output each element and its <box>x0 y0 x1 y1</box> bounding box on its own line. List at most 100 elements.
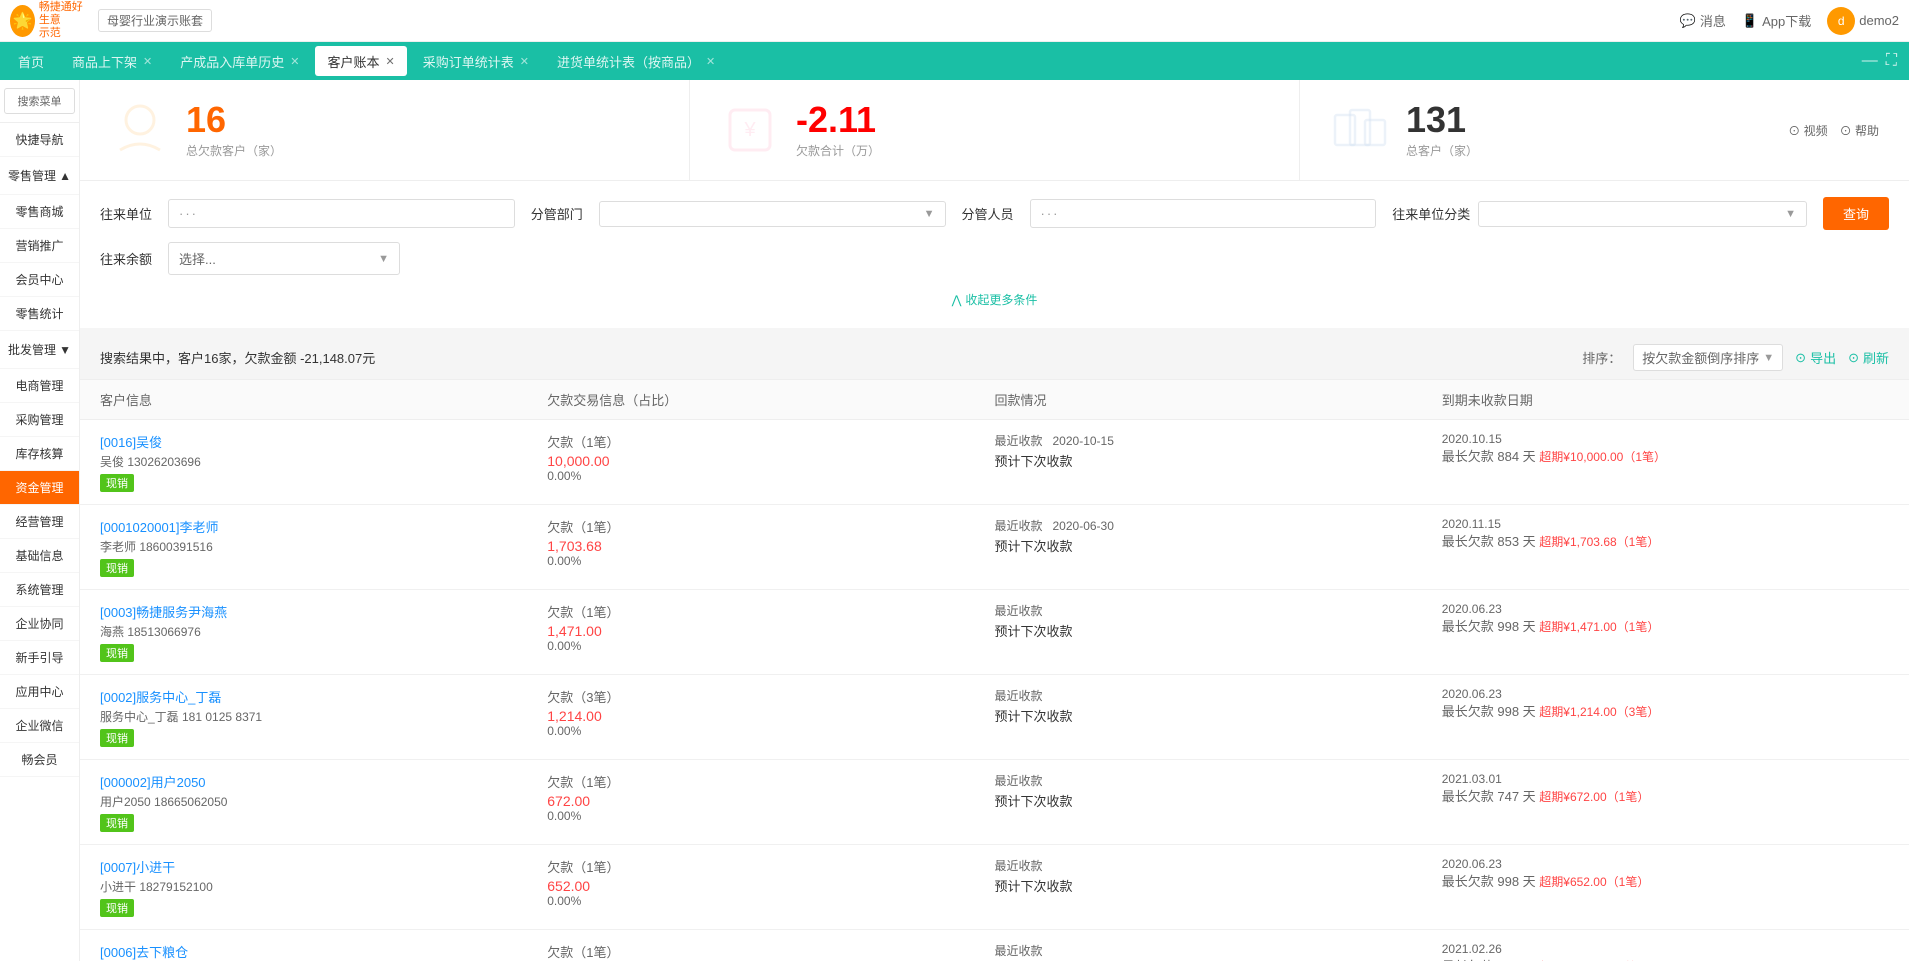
overdue-amount-link[interactable]: 超期¥672.00（1笔） <box>1539 790 1649 804</box>
sidebar-item-batch-mgmt[interactable]: 批发管理 ▼ <box>0 331 79 369</box>
balance-label: 往来余额 <box>100 249 160 268</box>
overdue-amount-link[interactable]: 超期¥652.00（1笔） <box>1539 875 1649 889</box>
overdue-amount-link[interactable]: 超期¥1,214.00（3笔） <box>1539 705 1659 719</box>
sidebar-item-marketing[interactable]: 营销推广 <box>0 229 79 263</box>
dept-label: 分管部门 <box>531 204 591 223</box>
export-btn[interactable]: ⊙ 导出 <box>1795 348 1836 367</box>
sidebar-item-system-mgmt[interactable]: 系统管理 <box>0 573 79 607</box>
overdue-amount-link[interactable]: 超期¥1,471.00（1笔） <box>1539 620 1659 634</box>
table-header: 客户信息 欠款交易信息（占比） 回款情况 到期未收款日期 <box>80 380 1909 420</box>
search-menu-btn[interactable]: 搜索菜单 <box>4 88 75 114</box>
person-input[interactable]: ··· <box>1030 199 1377 228</box>
balance-select[interactable]: 选择... ▼ <box>168 242 400 275</box>
customer-phone: 李老师 18600391516 <box>100 538 547 555</box>
customer-info-cell: [0006]去下粮仓 陈小弟 现销 <box>100 942 547 961</box>
sidebar-item-member-center[interactable]: 会员中心 <box>0 263 79 297</box>
sidebar-item-member-vip[interactable]: 畅会员 <box>0 743 79 777</box>
sidebar-item-retail-mgmt[interactable]: 零售管理 ▲ <box>0 157 79 195</box>
customer-name-link[interactable]: [000002]用户2050 <box>100 772 547 791</box>
customer-info-cell: [0003]畅捷服务尹海燕 海燕 18513066976 现销 <box>100 602 547 662</box>
customer-name-link[interactable]: [0016]吴俊 <box>100 432 547 451</box>
user-avatar-btn[interactable]: d demo2 <box>1827 7 1899 35</box>
filter-source-category: 往来单位分类 ▼ <box>1392 201 1807 227</box>
sidebar-item-enterprise-coop[interactable]: 企业协同 <box>0 607 79 641</box>
debt-amount[interactable]: 672.00 <box>547 793 994 809</box>
tab-purchase-stats[interactable]: 进货单统计表（按商品） ✕ <box>545 46 727 76</box>
debt-info-cell: 欠款（1笔） 455.90 0.00% <box>547 942 994 961</box>
source-unit-input[interactable]: ··· <box>168 199 515 228</box>
search-btn[interactable]: 查询 <box>1823 197 1889 230</box>
debt-customers-label: 总欠款客户（家） <box>186 142 282 159</box>
sidebar-item-quick-nav[interactable]: 快捷导航 <box>0 123 79 157</box>
customer-info-cell: [0007]小进干 小进干 18279152100 现销 <box>100 857 547 917</box>
collection-cell: 最近收款 预计下次收款 <box>995 687 1442 725</box>
debt-amount[interactable]: 1,214.00 <box>547 708 994 724</box>
collection-cell: 最近收款 2020-06-30 预计下次收款 <box>995 517 1442 555</box>
debt-count: 欠款（1笔） <box>547 772 994 791</box>
category-chevron-icon: ▼ <box>1785 208 1796 220</box>
table-row: [0002]服务中心_丁磊 服务中心_丁磊 181 0125 8371 现销 欠… <box>80 675 1909 760</box>
tab-home[interactable]: 首页 <box>6 46 56 76</box>
source-category-select[interactable]: ▼ <box>1478 201 1807 227</box>
help-btn[interactable]: ⊙ 帮助 <box>1840 122 1879 139</box>
sidebar-item-ecommerce[interactable]: 电商管理 <box>0 369 79 403</box>
app-download-btn[interactable]: 📱 App下载 <box>1742 11 1811 30</box>
customer-name-link[interactable]: [0007]小进干 <box>100 857 547 876</box>
sidebar-item-inventory[interactable]: 库存核算 <box>0 437 79 471</box>
customer-name-link[interactable]: [0006]去下粮仓 <box>100 942 547 961</box>
main-layout: 搜索菜单 快捷导航 零售管理 ▲ 零售商城 营销推广 会员中心 零售统计 批发管… <box>0 80 1909 961</box>
tab-purchase-order[interactable]: 采购订单统计表 ✕ <box>411 46 541 76</box>
close-tab-product-offline[interactable]: ✕ <box>143 55 152 68</box>
debt-amount[interactable]: 1,703.68 <box>547 538 994 554</box>
close-tab-customer-account[interactable]: ✕ <box>386 55 395 68</box>
chevron-down-icon2: ▼ <box>59 343 71 357</box>
due-date-cell: 2020.06.23 最长欠款 998 天 超期¥652.00（1笔） <box>1442 857 1889 890</box>
sidebar-item-retail-store[interactable]: 零售商城 <box>0 195 79 229</box>
stat-debt-customers-info: 16 总欠款客户（家） <box>186 102 282 159</box>
dept-select[interactable]: ▼ <box>599 201 946 227</box>
customer-name-link[interactable]: [0003]畅捷服务尹海燕 <box>100 602 547 621</box>
tab-product-offline[interactable]: 商品上下架 ✕ <box>60 46 164 76</box>
debt-amount[interactable]: 10,000.00 <box>547 453 994 469</box>
tab-customer-account[interactable]: 客户账本 ✕ <box>315 46 406 76</box>
debt-amount[interactable]: 652.00 <box>547 878 994 894</box>
debt-amount[interactable]: 1,471.00 <box>547 623 994 639</box>
table-row: [0001020001]李老师 李老师 18600391516 现销 欠款（1笔… <box>80 505 1909 590</box>
sidebar-item-retail-stats[interactable]: 零售统计 <box>0 297 79 331</box>
overdue-amount-link[interactable]: 超期¥10,000.00（1笔） <box>1539 450 1666 464</box>
customer-name-link[interactable]: [0002]服务中心_丁磊 <box>100 687 547 706</box>
refresh-btn[interactable]: ⊙ 刷新 <box>1848 348 1889 367</box>
due-date-cell: 2020.06.23 最长欠款 998 天 超期¥1,214.00（3笔） <box>1442 687 1889 720</box>
filter-person: 分管人员 ··· <box>962 199 1377 228</box>
tab-product-history[interactable]: 产成品入库单历史 ✕ <box>168 46 311 76</box>
customer-info-cell: [000002]用户2050 用户2050 18665062050 现销 <box>100 772 547 832</box>
sidebar-item-enterprise-wx[interactable]: 企业微信 <box>0 709 79 743</box>
tab-minimize-btn[interactable]: — <box>1862 52 1878 70</box>
tab-maximize-btn[interactable]: ⛶ <box>1886 52 1897 70</box>
collapse-filter-btn[interactable]: ⋀ 收起更多条件 <box>100 287 1889 312</box>
filter-row-1: 往来单位 ··· 分管部门 ▼ 分管人员 ··· <box>100 197 1889 230</box>
debt-amount-number: -2.11 <box>796 102 880 138</box>
sidebar-item-basic-info[interactable]: 基础信息 <box>0 539 79 573</box>
table-row: [000002]用户2050 用户2050 18665062050 现销 欠款（… <box>80 760 1909 845</box>
message-btn[interactable]: 💬 消息 <box>1680 11 1726 30</box>
system-name[interactable]: 母婴行业演示账套 <box>98 9 212 32</box>
sidebar-item-operation[interactable]: 经营管理 <box>0 505 79 539</box>
sidebar-item-purchase-mgmt[interactable]: 采购管理 <box>0 403 79 437</box>
sidebar-item-new-guide[interactable]: 新手引导 <box>0 641 79 675</box>
sidebar-item-finance[interactable]: 资金管理 <box>0 471 79 505</box>
sidebar-item-app-center[interactable]: 应用中心 <box>0 675 79 709</box>
debt-count: 欠款（1笔） <box>547 602 994 621</box>
view-video-btn[interactable]: ⊙ 视频 <box>1788 122 1827 139</box>
debt-ratio: 0.00% <box>547 724 994 738</box>
customer-name-link[interactable]: [0001020001]李老师 <box>100 517 547 536</box>
debt-ratio: 0.00% <box>547 809 994 823</box>
close-tab-purchase-order[interactable]: ✕ <box>520 55 529 68</box>
stat-total-customers-info: 131 总客户（家） <box>1406 102 1478 159</box>
tab-bar: 首页 商品上下架 ✕ 产成品入库单历史 ✕ 客户账本 ✕ 采购订单统计表 ✕ 进… <box>0 42 1909 80</box>
overdue-amount-link[interactable]: 超期¥1,703.68（1笔） <box>1539 535 1659 549</box>
sort-select[interactable]: 按欠款金额倒序排序 ▼ <box>1633 344 1783 371</box>
close-tab-product-history[interactable]: ✕ <box>290 55 299 68</box>
close-tab-purchase-stats[interactable]: ✕ <box>706 55 715 68</box>
customer-phone: 吴俊 13026203696 <box>100 453 547 470</box>
